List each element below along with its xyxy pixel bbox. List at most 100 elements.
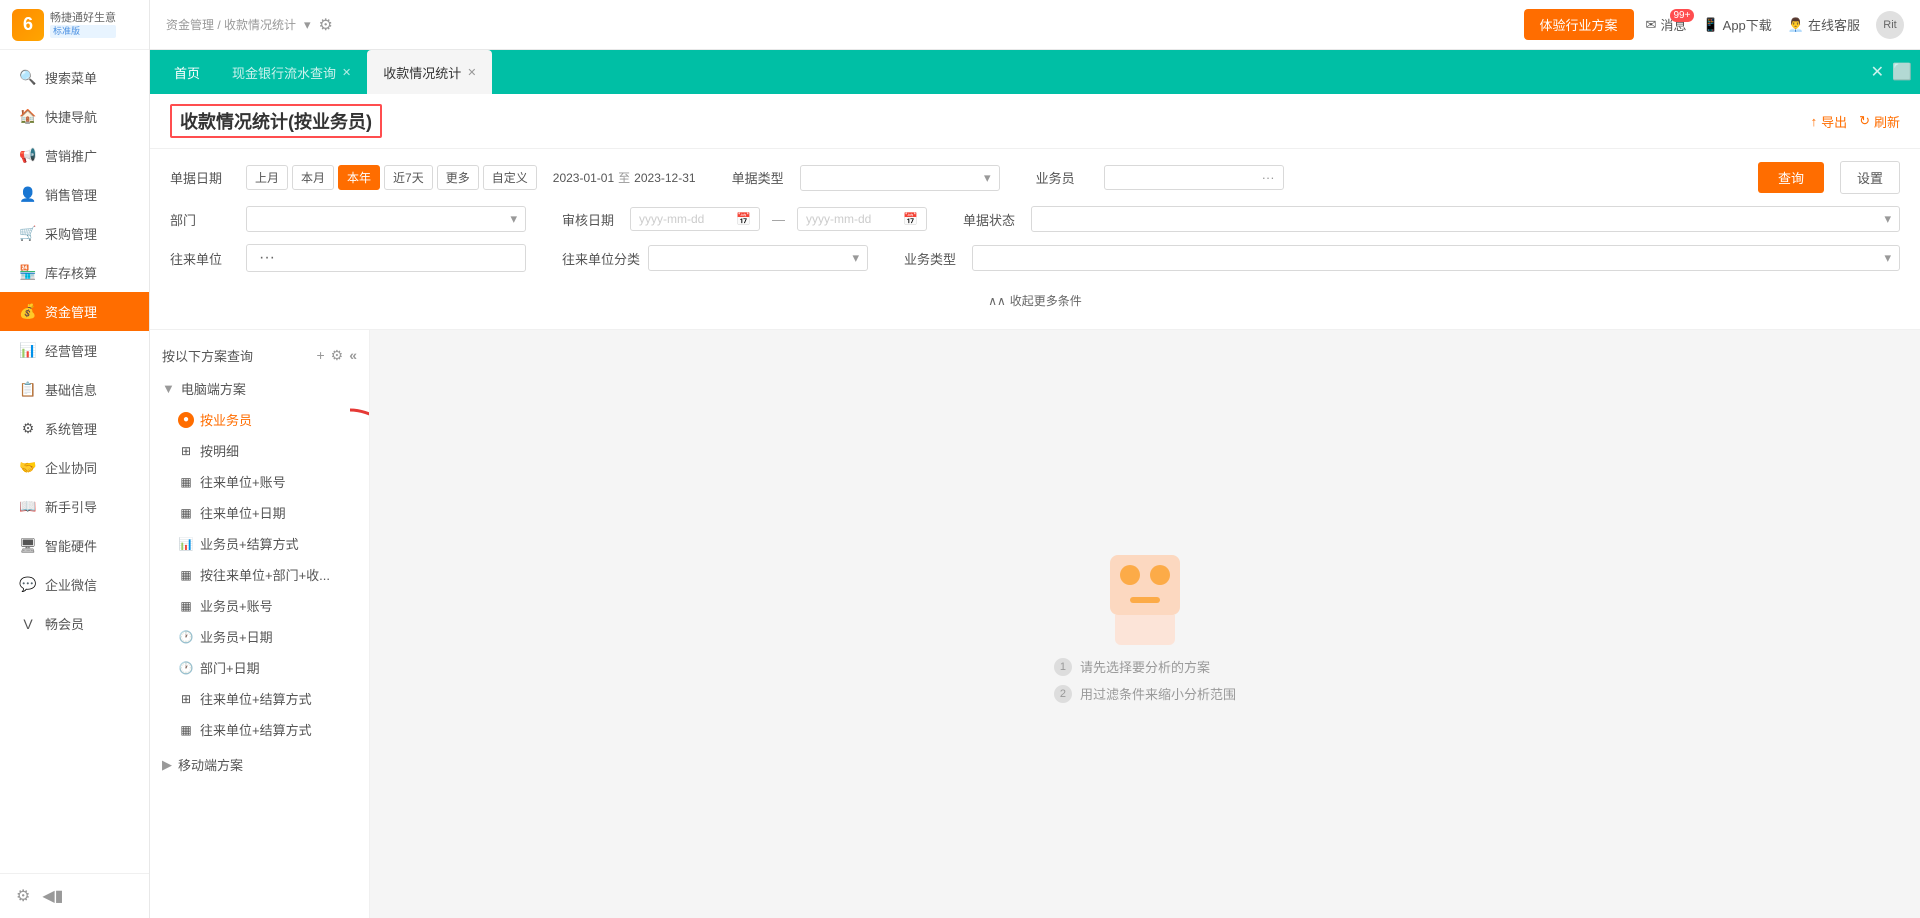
user-avatar[interactable]: Rit	[1876, 11, 1904, 39]
logo-text: 畅捷通好生意 标准版	[50, 11, 116, 39]
calendar-icon: 📅	[736, 212, 751, 226]
breadcrumb-dropdown-icon[interactable]: ▾	[304, 17, 311, 33]
left-panel-header: 按以下方案查询 + ⚙ «	[150, 342, 369, 373]
mobile-scheme-header[interactable]: ▶ 移动端方案	[150, 749, 369, 780]
sidebar-item-system[interactable]: ⚙ 系统管理	[0, 409, 149, 448]
scheme-item-partner-date[interactable]: ▦ 往来单位+日期	[150, 497, 369, 528]
partner-cat-label: 往来单位分类	[562, 249, 640, 268]
partner-settle2-icon: ▦	[178, 722, 194, 738]
sidebar-item-sales[interactable]: 👤 销售管理	[0, 175, 149, 214]
sidebar-item-hardware[interactable]: 🖥 智能硬件	[0, 526, 149, 565]
salesperson-select[interactable]: ···	[1104, 165, 1284, 190]
topbar-settings-icon[interactable]: ⚙	[319, 15, 333, 35]
date-btn-this-month[interactable]: 本月	[292, 165, 334, 190]
partner-dept-icon: ▦	[178, 567, 194, 583]
app-download-btn[interactable]: 📱 App下载	[1702, 15, 1771, 34]
tab-bank-close[interactable]: ✕	[342, 66, 351, 79]
inventory-icon: 🏪	[19, 264, 37, 282]
main-area: 资金管理 / 收款情况统计 ▾ ⚙ 体验行业方案 ✉ 消息 99+ 📱 App下…	[150, 0, 1920, 918]
partner-more-icon[interactable]: ···	[259, 249, 275, 267]
pc-scheme-section: ▼ 电脑端方案 ● 按业务员 ⊞ 按明细 ▦ 往来单位+账号	[150, 373, 369, 745]
filter-panel: 单据日期 上月 本月 本年 近7天 更多 自定义 2023-01-01 至 20…	[150, 149, 1920, 330]
doc-type-label: 单据类型	[732, 168, 792, 187]
settings-btn[interactable]: 设置	[1840, 161, 1900, 194]
scheme-item-detail[interactable]: ⊞ 按明细	[150, 435, 369, 466]
hardware-icon: 🖥	[19, 537, 37, 555]
left-panel-actions: + ⚙ «	[316, 347, 357, 364]
review-date-to[interactable]: yyyy-mm-dd 📅	[797, 207, 927, 231]
department-select[interactable]: ▾	[246, 206, 526, 232]
sidebar-item-quicknav[interactable]: 🏠 快捷导航	[0, 97, 149, 136]
biz-type-select[interactable]: ▾	[972, 245, 1900, 271]
basic-icon: 📋	[19, 381, 37, 399]
tab-maximize-icon[interactable]: ⬜	[1892, 62, 1912, 82]
review-date-from[interactable]: yyyy-mm-dd 📅	[630, 207, 760, 231]
date-btn-more[interactable]: 更多	[437, 165, 479, 190]
tab-bank[interactable]: 现金银行流水查询 ✕	[216, 50, 367, 94]
finance-icon: 💰	[19, 303, 37, 321]
doc-type-select[interactable]: ▾	[800, 165, 1000, 191]
sidebar-item-wechat[interactable]: 💬 企业微信	[0, 565, 149, 604]
query-btn[interactable]: 查询	[1758, 162, 1824, 193]
sidebar-item-marketing[interactable]: 📢 营销推广	[0, 136, 149, 175]
date-btn-this-year[interactable]: 本年	[338, 165, 380, 190]
refresh-icon: ↻	[1859, 113, 1870, 129]
sidebar-item-guide[interactable]: 📖 新手引导	[0, 487, 149, 526]
page-header: 收款情况统计(按业务员) ↑ 导出 ↻ 刷新	[150, 94, 1920, 149]
tab-collection-close[interactable]: ✕	[467, 66, 476, 79]
page-content: 收款情况统计(按业务员) ↑ 导出 ↻ 刷新 单据日期 上月 本月	[150, 94, 1920, 918]
scheme-item-partner-account[interactable]: ▦ 往来单位+账号	[150, 466, 369, 497]
tab-close-window-icon[interactable]: ✕	[1871, 62, 1884, 82]
settings-bottom-icon[interactable]: ⚙	[16, 886, 30, 906]
date-btn-custom[interactable]: 自定义	[483, 165, 537, 190]
scheme-item-partner-settle2[interactable]: ▦ 往来单位+结算方式	[150, 714, 369, 745]
sidebar-item-enterprise[interactable]: 🤝 企业协同	[0, 448, 149, 487]
sidebar-item-purchase[interactable]: 🛒 采购管理	[0, 214, 149, 253]
empty-steps: 1 请先选择要分析的方案 2 用过滤条件来缩小分析范围	[1054, 657, 1236, 703]
scheme-item-salesperson-date[interactable]: 🕐 业务员+日期	[150, 621, 369, 652]
scheme-item-salesperson-account[interactable]: ▦ 业务员+账号	[150, 590, 369, 621]
date-btn-7days[interactable]: 近7天	[384, 165, 433, 190]
online-service-btn[interactable]: 👨‍💼 在线客服	[1788, 15, 1860, 34]
logo-icon: 6	[12, 9, 44, 41]
partner-cat-group: 往来单位分类 ▾	[562, 245, 868, 271]
collapse-sidebar-icon[interactable]: ◀▮	[42, 886, 63, 906]
scheme-item-salesperson[interactable]: ● 按业务员	[150, 404, 369, 435]
sidebar-item-operation[interactable]: 📊 经营管理	[0, 331, 149, 370]
partner-cat-arrow-icon: ▾	[852, 250, 859, 266]
messages-btn[interactable]: ✉ 消息 99+	[1646, 15, 1687, 34]
partner-select[interactable]: ···	[246, 244, 526, 272]
sidebar-item-inventory[interactable]: 🏪 库存核算	[0, 253, 149, 292]
scheme-settings-btn[interactable]: ⚙	[331, 347, 344, 364]
detail-scheme-icon: ⊞	[178, 443, 194, 459]
tab-collection[interactable]: 收款情况统计 ✕	[367, 50, 492, 94]
sales-icon: 👤	[19, 186, 37, 204]
tab-home[interactable]: 首页	[158, 50, 216, 94]
salesperson-more-icon[interactable]: ···	[1262, 170, 1275, 185]
pc-scheme-header[interactable]: ▼ 电脑端方案	[150, 373, 369, 404]
partner-cat-select[interactable]: ▾	[648, 245, 868, 271]
scheme-item-dept-date[interactable]: 🕐 部门+日期	[150, 652, 369, 683]
scheme-item-salesperson-settlement[interactable]: 📊 业务员+结算方式	[150, 528, 369, 559]
scheme-item-partner-settle1[interactable]: ⊞ 往来单位+结算方式	[150, 683, 369, 714]
export-icon: ↑	[1811, 114, 1818, 129]
sidebar-item-vip[interactable]: V 畅会员	[0, 604, 149, 643]
trial-btn[interactable]: 体验行业方案	[1524, 9, 1634, 40]
sidebar-item-search[interactable]: 🔍 搜索菜单	[0, 58, 149, 97]
scheme-item-partner-dept-collect[interactable]: ▦ 按往来单位+部门+收...	[150, 559, 369, 590]
collapse-bar[interactable]: ∧∧ 收起更多条件	[170, 284, 1900, 317]
sidebar-bottom: ⚙ ◀▮	[0, 873, 149, 918]
collapse-panel-btn[interactable]: «	[349, 347, 357, 364]
add-scheme-btn[interactable]: +	[316, 347, 324, 364]
pc-section-arrow-icon: ▼	[162, 381, 175, 396]
doc-status-select[interactable]: ▾	[1031, 206, 1900, 232]
vip-icon: V	[19, 615, 37, 633]
date-btn-last-month[interactable]: 上月	[246, 165, 288, 190]
empty-state: 1 请先选择要分析的方案 2 用过滤条件来缩小分析范围	[370, 330, 1920, 918]
sidebar-item-basic[interactable]: 📋 基础信息	[0, 370, 149, 409]
system-icon: ⚙	[19, 420, 37, 438]
mobile-section-arrow-icon: ▶	[162, 757, 172, 773]
export-btn[interactable]: ↑ 导出	[1811, 112, 1848, 131]
refresh-btn[interactable]: ↻ 刷新	[1859, 112, 1900, 131]
sidebar-item-finance[interactable]: 💰 资金管理	[0, 292, 149, 331]
